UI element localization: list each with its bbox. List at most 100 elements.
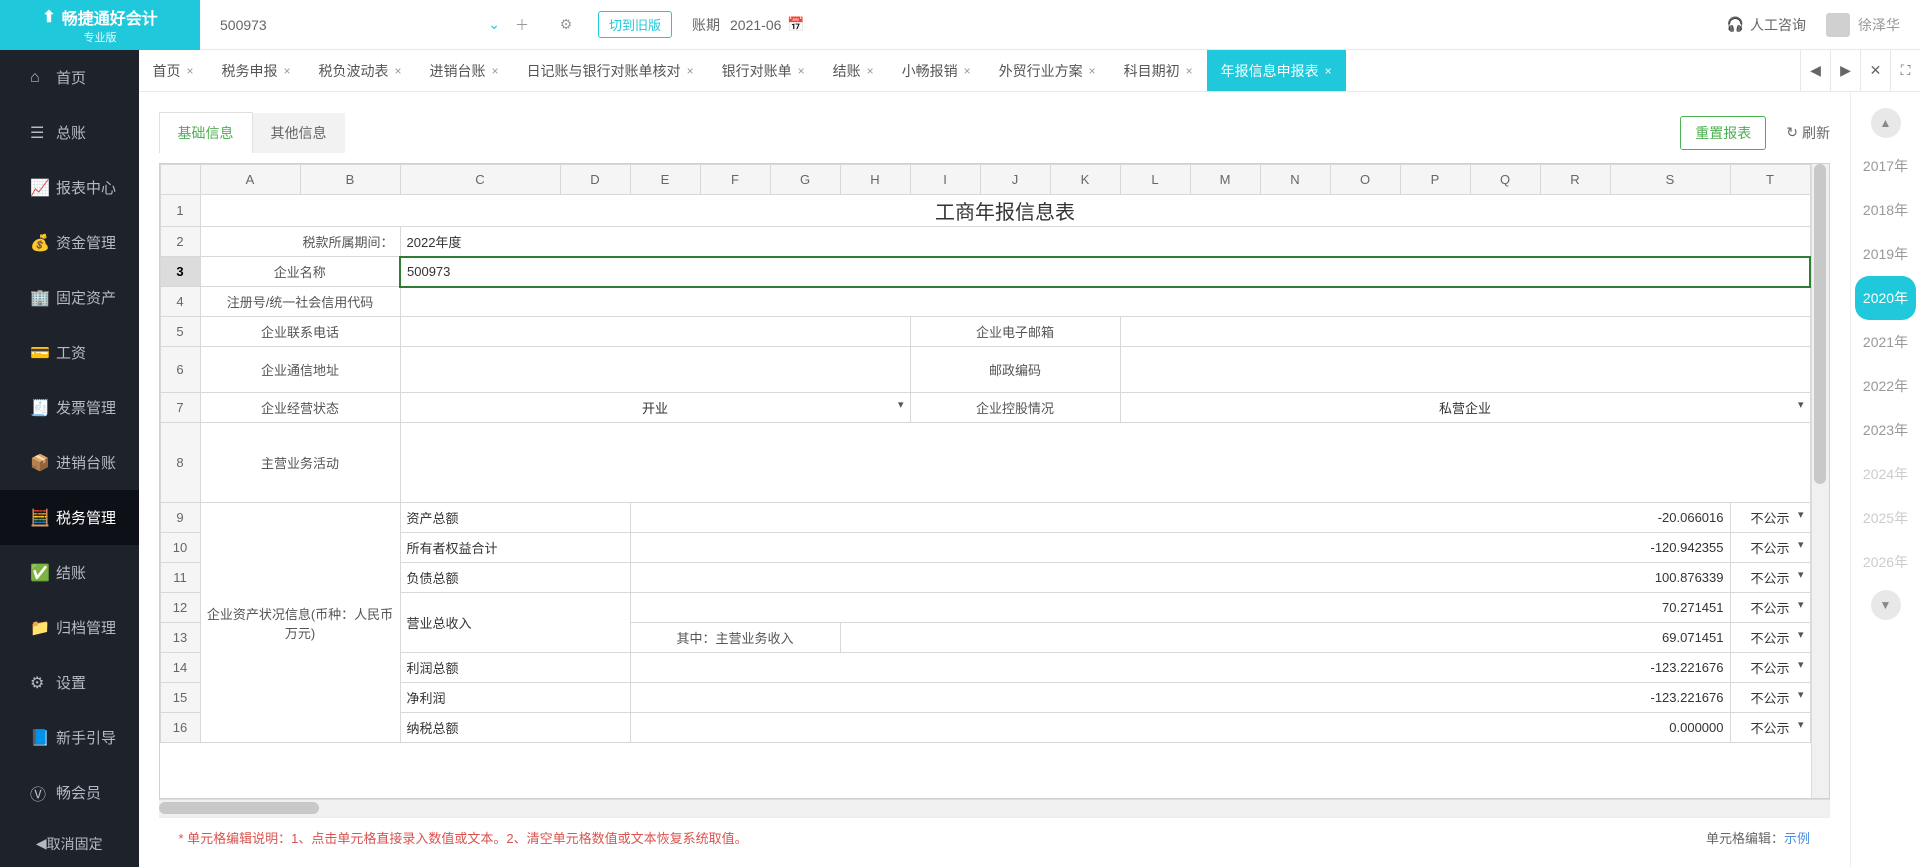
tabs-prev[interactable]: ◀ — [1800, 50, 1830, 91]
sidebar-item[interactable]: ☰总账 — [0, 105, 139, 160]
column-header[interactable]: O — [1330, 165, 1400, 195]
sidebar-item[interactable]: ⚙设置 — [0, 655, 139, 710]
column-header[interactable]: B — [300, 165, 400, 195]
asset-row-value[interactable]: 69.071451 — [840, 623, 1730, 653]
disclosure-dropdown[interactable]: 不公示 — [1730, 713, 1810, 743]
calendar-icon[interactable]: 📅 — [787, 16, 804, 33]
tab-close-icon[interactable]: × — [395, 64, 402, 78]
tab-close-icon[interactable]: × — [798, 64, 805, 78]
tab[interactable]: 首页× — [139, 50, 208, 91]
tab[interactable]: 税务申报× — [208, 50, 305, 91]
tab[interactable]: 结账× — [819, 50, 888, 91]
holding-dropdown[interactable]: 私营企业 — [1120, 393, 1810, 423]
disclosure-dropdown[interactable]: 不公示 — [1730, 593, 1810, 623]
column-header[interactable]: E — [630, 165, 700, 195]
sidebar-item[interactable]: 📦进销台账 — [0, 435, 139, 490]
example-link[interactable]: 示例 — [1784, 831, 1810, 846]
sidebar-item[interactable]: ⌂首页 — [0, 50, 139, 105]
user-menu[interactable]: 徐泽华 — [1826, 13, 1900, 37]
status-dropdown[interactable]: 开业 — [400, 393, 910, 423]
column-header[interactable]: Q — [1470, 165, 1540, 195]
tab-other-info[interactable]: 其他信息 — [253, 113, 345, 153]
period-value-cell[interactable]: 2022年度 — [400, 227, 1810, 257]
year-option[interactable]: 2023年 — [1855, 408, 1916, 452]
tab-close-icon[interactable]: × — [1186, 64, 1193, 78]
tab-close-icon[interactable]: × — [964, 64, 971, 78]
tab-close-icon[interactable]: × — [187, 64, 194, 78]
column-header[interactable]: R — [1540, 165, 1610, 195]
old-version-button[interactable]: 切到旧版 — [598, 11, 672, 38]
sidebar-item[interactable]: 💰资金管理 — [0, 215, 139, 270]
plus-icon[interactable]: ＋ — [510, 15, 534, 35]
tab[interactable]: 税负波动表× — [305, 50, 416, 91]
sidebar-item[interactable]: 📁归档管理 — [0, 600, 139, 655]
gear-icon[interactable]: ⚙ — [554, 16, 578, 33]
phone-value-cell[interactable] — [400, 317, 910, 347]
sidebar-item[interactable]: 🧮税务管理 — [0, 490, 139, 545]
tab-basic-info[interactable]: 基础信息 — [159, 112, 253, 153]
tab[interactable]: 外贸行业方案× — [985, 50, 1110, 91]
year-up-button[interactable]: ▲ — [1871, 108, 1901, 138]
sidebar-item[interactable]: 🧾发票管理 — [0, 380, 139, 435]
sidebar-item[interactable]: 📈报表中心 — [0, 160, 139, 215]
disclosure-dropdown[interactable]: 不公示 — [1730, 563, 1810, 593]
tabs-next[interactable]: ▶ — [1830, 50, 1860, 91]
tab[interactable]: 银行对账单× — [708, 50, 819, 91]
tab-close-icon[interactable]: × — [284, 64, 291, 78]
disclosure-dropdown[interactable]: 不公示 — [1730, 623, 1810, 653]
email-value-cell[interactable] — [1120, 317, 1810, 347]
tab[interactable]: 小畅报销× — [888, 50, 985, 91]
column-header[interactable]: A — [200, 165, 300, 195]
disclosure-dropdown[interactable]: 不公示 — [1730, 653, 1810, 683]
sidebar-item[interactable]: 💳工资 — [0, 325, 139, 380]
reg-value-cell[interactable] — [400, 287, 1810, 317]
asset-row-value[interactable]: 100.876339 — [630, 563, 1730, 593]
year-down-button[interactable]: ▼ — [1871, 590, 1901, 620]
tabs-close[interactable]: ✕ — [1860, 50, 1890, 91]
tab[interactable]: 科目期初× — [1110, 50, 1207, 91]
column-header[interactable]: M — [1190, 165, 1260, 195]
year-option[interactable]: 2017年 — [1855, 144, 1916, 188]
column-header[interactable]: L — [1120, 165, 1190, 195]
asset-row-value[interactable]: 70.271451 — [630, 593, 1730, 623]
column-header[interactable]: N — [1260, 165, 1330, 195]
year-option[interactable]: 2025年 — [1855, 496, 1916, 540]
horizontal-scrollbar[interactable] — [159, 799, 1831, 817]
column-header[interactable]: H — [840, 165, 910, 195]
tab-close-icon[interactable]: × — [1325, 64, 1332, 78]
sidebar-item[interactable]: 📘新手引导 — [0, 710, 139, 765]
vertical-scrollbar[interactable] — [1811, 164, 1829, 798]
asset-row-value[interactable]: -123.221676 — [630, 683, 1730, 713]
tab-close-icon[interactable]: × — [867, 64, 874, 78]
column-header[interactable]: I — [910, 165, 980, 195]
column-header[interactable]: S — [1610, 165, 1730, 195]
period-value[interactable]: 2021-06 — [730, 17, 781, 33]
year-option[interactable]: 2026年 — [1855, 540, 1916, 584]
year-option[interactable]: 2021年 — [1855, 320, 1916, 364]
activity-value-cell[interactable] — [400, 423, 1810, 503]
column-header[interactable]: P — [1400, 165, 1470, 195]
tab-close-icon[interactable]: × — [1089, 64, 1096, 78]
disclosure-dropdown[interactable]: 不公示 — [1730, 683, 1810, 713]
disclosure-dropdown[interactable]: 不公示 — [1730, 503, 1810, 533]
column-header[interactable]: D — [560, 165, 630, 195]
disclosure-dropdown[interactable]: 不公示 — [1730, 533, 1810, 563]
company-selector[interactable]: 500973 ⌄ — [220, 16, 500, 33]
sidebar-item[interactable]: Ⓥ畅会员 — [0, 765, 139, 820]
year-option[interactable]: 2019年 — [1855, 232, 1916, 276]
column-header[interactable]: G — [770, 165, 840, 195]
sidebar-item[interactable]: 🏢固定资产 — [0, 270, 139, 325]
asset-row-value[interactable]: -123.221676 — [630, 653, 1730, 683]
year-option[interactable]: 2020年 — [1855, 276, 1916, 320]
tab[interactable]: 进销台账× — [416, 50, 513, 91]
spreadsheet-grid[interactable]: ABCDEFGHIJKLMNOPQRST 1工商年报信息表 2税款所属期间：20… — [159, 163, 1831, 799]
year-option[interactable]: 2018年 — [1855, 188, 1916, 232]
tab[interactable]: 年报信息申报表× — [1207, 50, 1346, 91]
refresh-button[interactable]: ↻刷新 — [1786, 123, 1830, 143]
tab-close-icon[interactable]: × — [492, 64, 499, 78]
addr-value-cell[interactable] — [400, 347, 910, 393]
year-option[interactable]: 2024年 — [1855, 452, 1916, 496]
tab[interactable]: 日记账与银行对账单核对× — [513, 50, 708, 91]
tab-close-icon[interactable]: × — [687, 64, 694, 78]
support-link[interactable]: 🎧人工咨询 — [1727, 15, 1806, 35]
